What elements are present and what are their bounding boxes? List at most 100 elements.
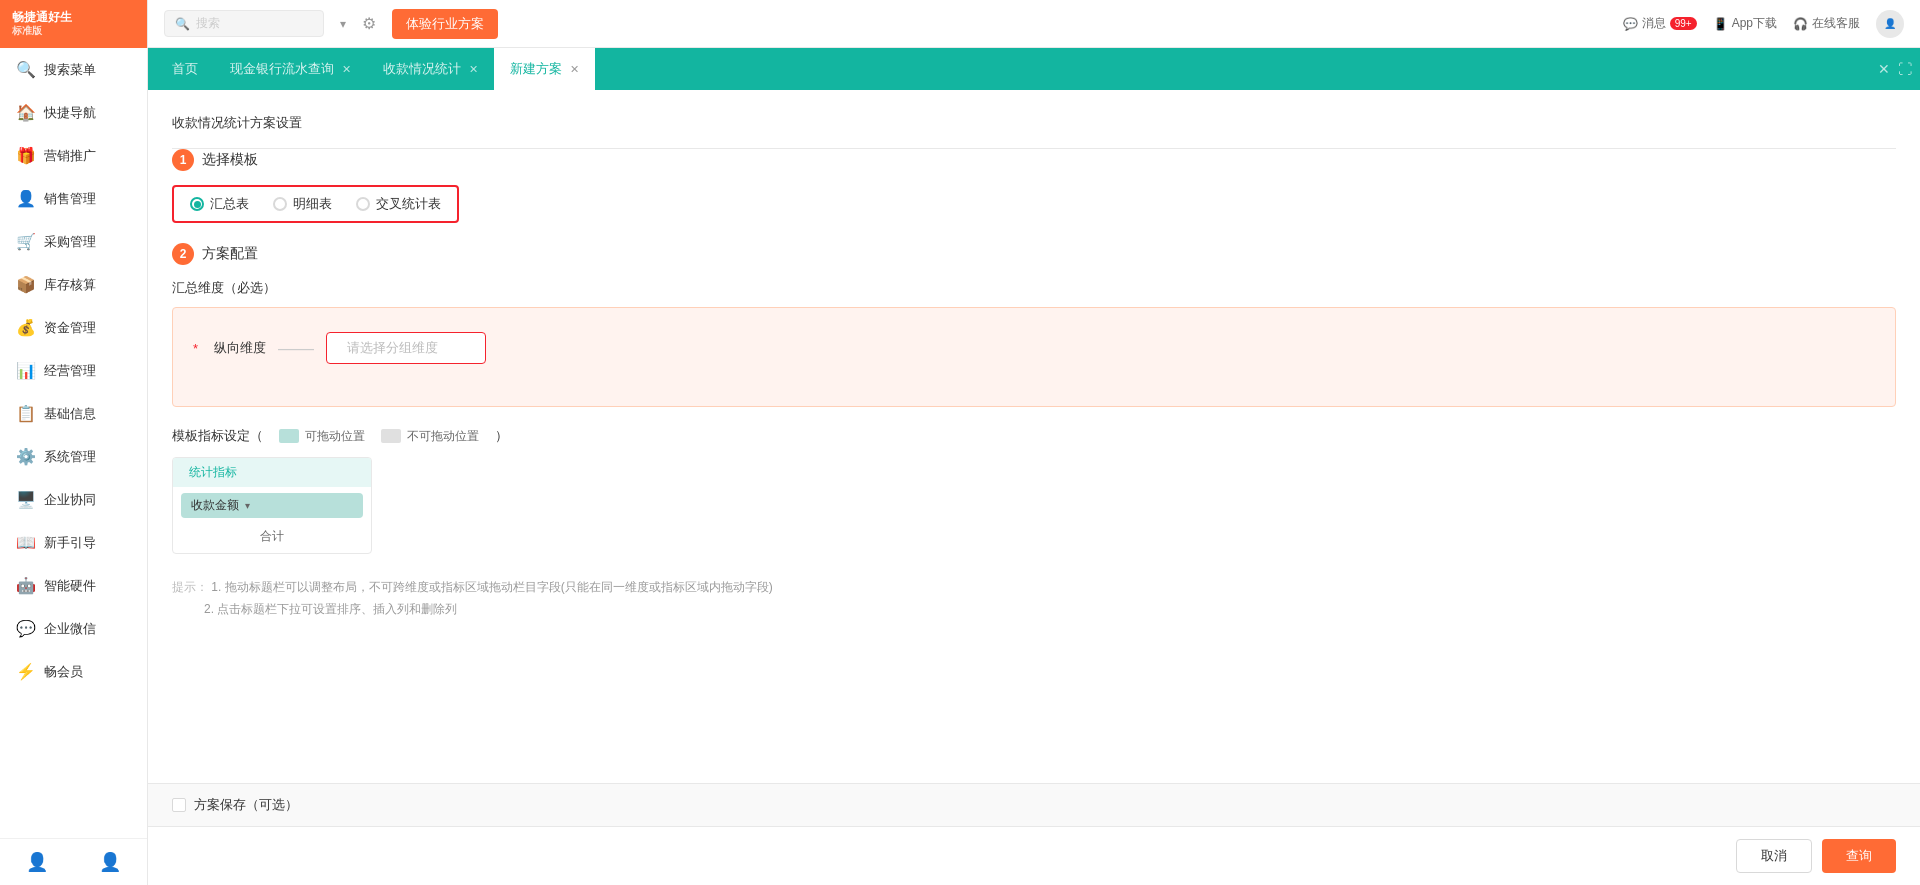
sidebar-avatar2[interactable]: 👤 bbox=[95, 847, 125, 877]
tab-bank-flow[interactable]: 现金银行流水查询 ✕ bbox=[214, 48, 367, 90]
sidebar-item-label: 系统管理 bbox=[44, 448, 96, 466]
tip-line-2: 2. 点击标题栏下拉可设置排序、插入列和删除列 bbox=[172, 599, 1896, 621]
step2-header: 2 方案配置 bbox=[172, 243, 1896, 265]
sidebar-item-smart-hardware[interactable]: 🤖 智能硬件 bbox=[0, 564, 147, 607]
dimension-arrow: —— bbox=[278, 338, 314, 359]
sidebar-item-label: 采购管理 bbox=[44, 233, 96, 251]
sidebar-item-enterprise-collab[interactable]: 🖥️ 企业协同 bbox=[0, 478, 147, 521]
home-icon: 🏠 bbox=[16, 103, 36, 122]
sidebar-item-member[interactable]: ⚡ 畅会员 bbox=[0, 650, 147, 693]
save-option: 方案保存（可选） bbox=[148, 783, 1920, 826]
sidebar-item-label: 经营管理 bbox=[44, 362, 96, 380]
sidebar-item-enterprise-wechat[interactable]: 💬 企业微信 bbox=[0, 607, 147, 650]
avatar2-icon: 👤 bbox=[99, 851, 121, 873]
tab-bank-flow-close-icon[interactable]: ✕ bbox=[342, 63, 351, 76]
radio-summary[interactable]: 汇总表 bbox=[190, 195, 249, 213]
settings-icon[interactable]: ⚙ bbox=[362, 14, 376, 33]
tab-home[interactable]: 首页 bbox=[156, 48, 214, 90]
sidebar-item-guide[interactable]: 📖 新手引导 bbox=[0, 521, 147, 564]
sidebar-item-search-menu[interactable]: 🔍 搜索菜单 bbox=[0, 48, 147, 91]
dimension-row: * 纵向维度 —— 请选择分组维度 bbox=[193, 332, 1875, 364]
radio-cross[interactable]: 交叉统计表 bbox=[356, 195, 441, 213]
dimension-label: 汇总维度（必选） bbox=[172, 279, 1896, 297]
dimension-select-placeholder: 请选择分组维度 bbox=[347, 340, 438, 355]
draggable-legend-box bbox=[279, 429, 299, 443]
tab-new-plan[interactable]: 新建方案 ✕ bbox=[494, 48, 595, 90]
step2-number: 2 bbox=[172, 243, 194, 265]
indicator-table: 统计指标 收款金额 ▾ 合计 bbox=[172, 457, 372, 554]
page-body: 收款情况统计方案设置 1 选择模板 汇总表 明细表 bbox=[148, 90, 1920, 783]
monitor-icon: 🖥️ bbox=[16, 490, 36, 509]
sidebar-item-finance[interactable]: 💰 资金管理 bbox=[0, 306, 147, 349]
box-icon: 📦 bbox=[16, 275, 36, 294]
online-support-button[interactable]: 🎧 在线客服 bbox=[1793, 15, 1860, 32]
sidebar-item-system[interactable]: ⚙️ 系统管理 bbox=[0, 435, 147, 478]
clipboard-icon: 📋 bbox=[16, 404, 36, 423]
step1-number: 1 bbox=[172, 149, 194, 171]
indicator-subtotal: 合计 bbox=[173, 524, 371, 553]
app-download-button[interactable]: 📱 App下载 bbox=[1713, 15, 1777, 32]
tab-receipt-stats-close-icon[interactable]: ✕ bbox=[469, 63, 478, 76]
book-icon: 📖 bbox=[16, 533, 36, 552]
chat-icon: 💬 bbox=[16, 619, 36, 638]
sidebar-item-operations[interactable]: 📊 经营管理 bbox=[0, 349, 147, 392]
sidebar-item-marketing[interactable]: 🎁 营销推广 bbox=[0, 134, 147, 177]
sidebar-logo: 畅捷通好生 标准版 bbox=[0, 0, 147, 48]
query-button[interactable]: 查询 bbox=[1822, 839, 1896, 873]
sidebar-item-purchase[interactable]: 🛒 采购管理 bbox=[0, 220, 147, 263]
tips-section: 提示： 1. 拖动标题栏可以调整布局，不可跨维度或指标区域拖动栏目字段(只能在同… bbox=[172, 577, 1896, 620]
sidebar-avatar1[interactable]: 👤 bbox=[22, 847, 52, 877]
money-icon: 💰 bbox=[16, 318, 36, 337]
indicator-legend: 可拖动位置 不可拖动位置 bbox=[279, 428, 479, 445]
footer-bar: 取消 查询 bbox=[148, 826, 1920, 885]
sidebar-item-quick-nav[interactable]: 🏠 快捷导航 bbox=[0, 91, 147, 134]
sidebar-item-basic-info[interactable]: 📋 基础信息 bbox=[0, 392, 147, 435]
indicator-settings-label: 模板指标设定（ bbox=[172, 427, 263, 445]
cancel-button[interactable]: 取消 bbox=[1736, 839, 1812, 873]
gift-icon: 🎁 bbox=[16, 146, 36, 165]
avatar-icon: 👤 bbox=[1884, 18, 1896, 29]
tab-receipt-stats[interactable]: 收款情况统计 ✕ bbox=[367, 48, 494, 90]
sidebar-item-label: 企业协同 bbox=[44, 491, 96, 509]
message-label: 消息 bbox=[1642, 15, 1666, 32]
app-download-label: App下载 bbox=[1732, 15, 1777, 32]
logo-text: 畅捷通好生 bbox=[12, 10, 72, 24]
stats-header: 统计指标 bbox=[173, 458, 371, 487]
user-icon: 👤 bbox=[16, 189, 36, 208]
tabbar-close-icon[interactable]: ✕ bbox=[1878, 61, 1890, 77]
download-icon: 📱 bbox=[1713, 17, 1728, 31]
indicator-header: 模板指标设定（ 可拖动位置 不可拖动位置 ） bbox=[172, 427, 1896, 445]
tab-home-label: 首页 bbox=[172, 60, 198, 78]
message-button[interactable]: 💬 消息 99+ bbox=[1623, 15, 1697, 32]
indicator-settings: 模板指标设定（ 可拖动位置 不可拖动位置 ） bbox=[172, 427, 1896, 557]
sidebar-item-inventory[interactable]: 📦 库存核算 bbox=[0, 263, 147, 306]
indicator-chip-receipt[interactable]: 收款金额 ▾ bbox=[181, 493, 363, 518]
sidebar-item-label: 企业微信 bbox=[44, 620, 96, 638]
tip-line-1: 提示： 1. 拖动标题栏可以调整布局，不可跨维度或指标区域拖动栏目字段(只能在同… bbox=[172, 577, 1896, 599]
tip-title: 提示： bbox=[172, 580, 208, 594]
message-badge: 99+ bbox=[1670, 17, 1697, 30]
step2-section: 2 方案配置 汇总维度（必选） * 纵向维度 —— 请选择分组维度 bbox=[172, 243, 1896, 620]
tab-new-plan-close-icon[interactable]: ✕ bbox=[570, 63, 579, 76]
step1-section: 1 选择模板 汇总表 明细表 交叉统计表 bbox=[172, 149, 1896, 223]
sidebar: 畅捷通好生 标准版 🔍 搜索菜单 🏠 快捷导航 🎁 营销推广 👤 销售管理 🛒 … bbox=[0, 0, 148, 885]
radio-cross-label: 交叉统计表 bbox=[376, 195, 441, 213]
vertical-dimension-label: 纵向维度 bbox=[214, 339, 266, 357]
logo-sub: 标准版 bbox=[12, 24, 72, 38]
trial-button[interactable]: 体验行业方案 bbox=[392, 9, 498, 39]
dimension-select[interactable]: 请选择分组维度 bbox=[326, 332, 486, 364]
radio-detail[interactable]: 明细表 bbox=[273, 195, 332, 213]
sidebar-item-sales[interactable]: 👤 销售管理 bbox=[0, 177, 147, 220]
dimension-box: * 纵向维度 —— 请选择分组维度 bbox=[172, 307, 1896, 407]
search-box[interactable]: 🔍 搜索 bbox=[164, 10, 324, 37]
chip-dropdown-icon: ▾ bbox=[245, 500, 250, 511]
template-options: 汇总表 明细表 交叉统计表 bbox=[172, 185, 459, 223]
dropdown-arrow-icon[interactable]: ▾ bbox=[340, 17, 346, 31]
user-avatar[interactable]: 👤 bbox=[1876, 10, 1904, 38]
robot-icon: 🤖 bbox=[16, 576, 36, 595]
tabbar-maximize-icon[interactable]: ⛶ bbox=[1898, 61, 1912, 77]
search-menu-icon: 🔍 bbox=[16, 60, 36, 79]
search-icon: 🔍 bbox=[175, 17, 190, 31]
sidebar-item-label: 营销推广 bbox=[44, 147, 96, 165]
save-checkbox[interactable] bbox=[172, 798, 186, 812]
